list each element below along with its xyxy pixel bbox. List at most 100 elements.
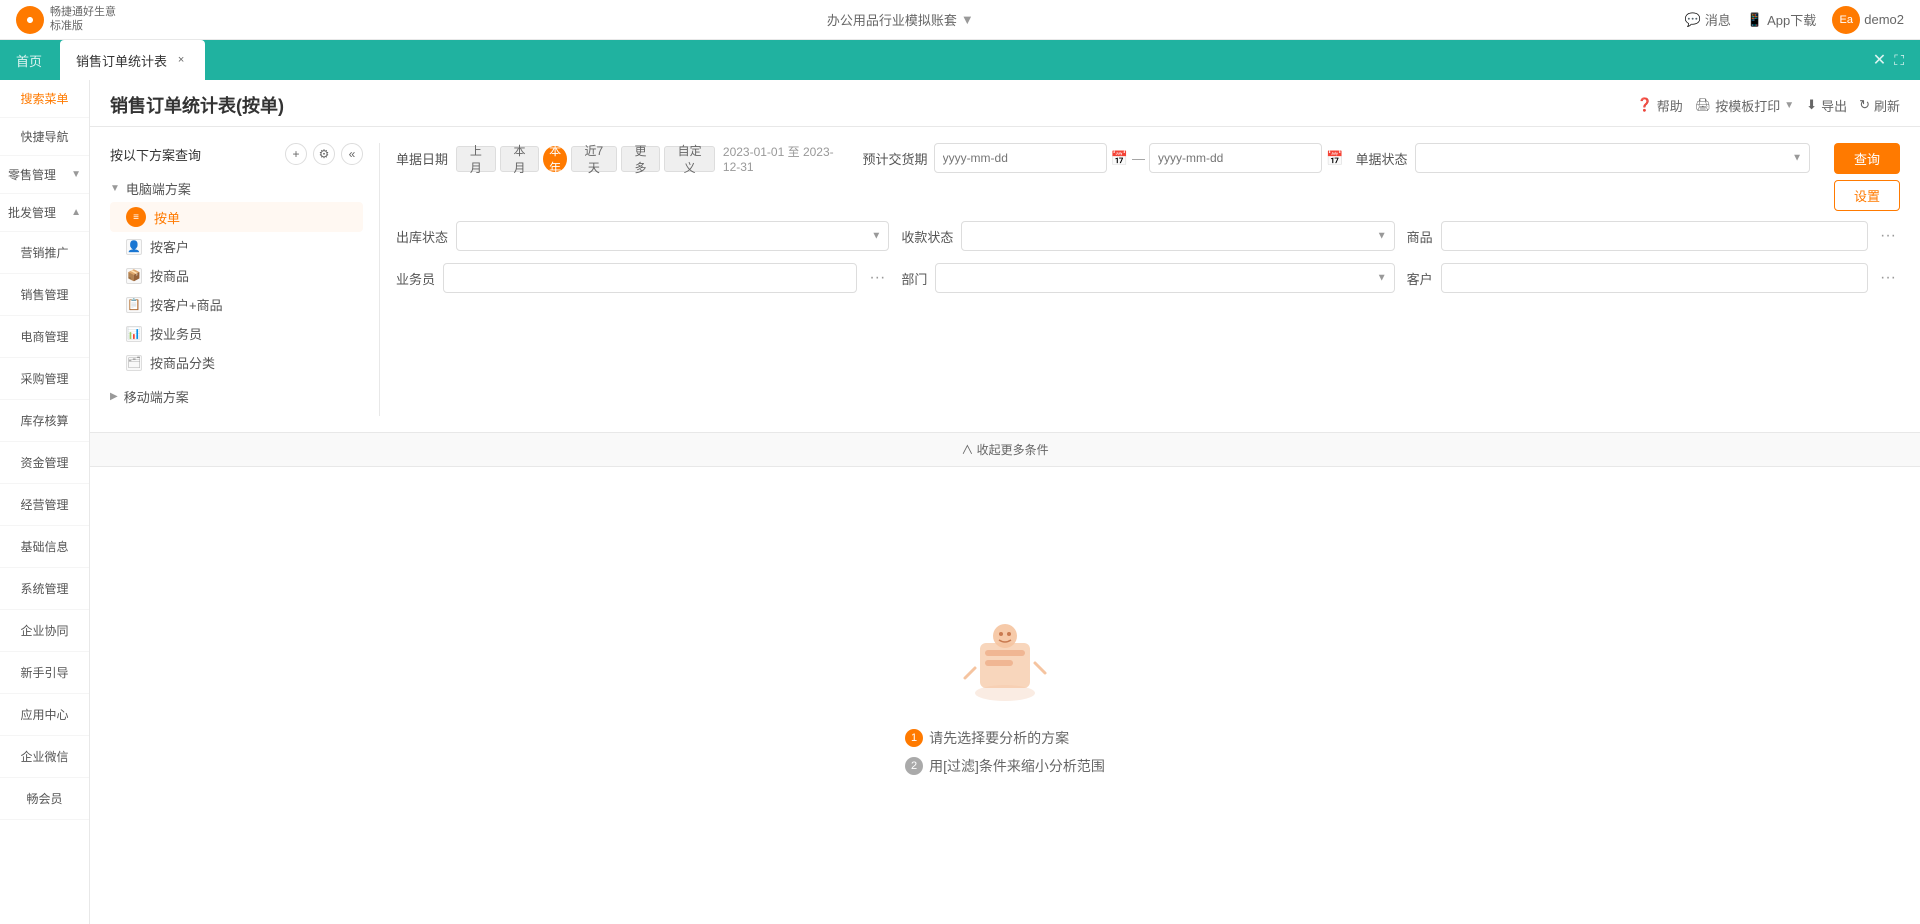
- scheme-collapse-button[interactable]: «: [341, 143, 363, 165]
- out-status-label: 出库状态: [396, 227, 448, 246]
- filter-row-2: 出库状态 ▼ 收款状态: [396, 221, 1900, 251]
- sidebar-item-ecommerce[interactable]: 电商管理: [0, 316, 89, 358]
- sidebar-item-sales[interactable]: 销售管理: [0, 274, 89, 316]
- tab-home[interactable]: 首页: [0, 40, 58, 80]
- expected-date-end-input[interactable]: [1149, 143, 1322, 173]
- logo-area: 畅捷通好生意 标准版: [16, 6, 116, 34]
- sidebar-item-inventory[interactable]: 库存核算: [0, 400, 89, 442]
- sidebar-item-newbie[interactable]: 新手引导: [0, 652, 89, 694]
- sidebar-item-wholesale[interactable]: 批发管理 ▲: [0, 194, 89, 232]
- sidebar-item-apps[interactable]: 应用中心: [0, 694, 89, 736]
- scheme-section-mobile: ▶ 移动端方案: [110, 383, 363, 410]
- goods-more-icon[interactable]: ···: [1876, 227, 1900, 245]
- expected-date-label: 预计交货期: [863, 149, 928, 168]
- goods-scheme-icon: 📦: [126, 268, 142, 284]
- sidebar-item-operations[interactable]: 经营管理: [0, 484, 89, 526]
- calendar-icon-start[interactable]: 📅: [1111, 150, 1128, 167]
- customer-goods-scheme-icon: 📋: [126, 297, 142, 313]
- customer-more-icon[interactable]: ···: [1876, 269, 1900, 287]
- date-tag-custom[interactable]: 自定义: [664, 146, 715, 172]
- scheme-item-by-goods-category[interactable]: 🗂 按商品分类: [110, 348, 363, 377]
- sidebar-item-finance[interactable]: 资金管理: [0, 442, 89, 484]
- chevron-up-icon: ▲: [71, 207, 81, 218]
- export-button[interactable]: ⬇ 导出: [1806, 96, 1847, 115]
- scheme-section-desktop: ▼ 电脑端方案 ≡ 按单 👤 按客户: [110, 175, 363, 377]
- scheme-item-by-salesperson[interactable]: 📊 按业务员: [110, 319, 363, 348]
- scheme-add-button[interactable]: +: [285, 143, 307, 165]
- search-button[interactable]: 查询: [1834, 143, 1900, 174]
- date-tag-this-month[interactable]: 本月: [500, 146, 540, 172]
- category-scheme-icon: 🗂: [126, 355, 142, 371]
- chevron-down-icon: ▼: [110, 183, 120, 194]
- salesperson-input[interactable]: [443, 263, 857, 293]
- sidebar-item-system[interactable]: 系统管理: [0, 568, 89, 610]
- customer-label: 客户: [1407, 269, 1433, 288]
- app-download-button[interactable]: 📱 App下载: [1747, 10, 1816, 29]
- date-tag-last-7-days[interactable]: 近7天: [571, 146, 617, 172]
- empty-state: 1 请先选择要分析的方案 2 用[过滤]条件来缩小分析范围: [90, 467, 1920, 924]
- goods-filter: 商品 ···: [1407, 221, 1900, 251]
- scheme-section-desktop-header[interactable]: ▼ 电脑端方案: [110, 175, 363, 202]
- salesperson-more-icon[interactable]: ···: [865, 269, 889, 287]
- empty-tip-2: 2 用[过滤]条件来缩小分析范围: [905, 756, 1105, 776]
- empty-tip-1: 1 请先选择要分析的方案: [905, 728, 1105, 748]
- empty-tips: 1 请先选择要分析的方案 2 用[过滤]条件来缩小分析范围: [905, 728, 1105, 784]
- department-select[interactable]: [935, 263, 1394, 293]
- sidebar-search[interactable]: 搜索菜单: [0, 80, 89, 118]
- window-close-icon[interactable]: ✕: [1873, 50, 1886, 70]
- customer-filter: 客户 ···: [1407, 263, 1900, 293]
- sidebar-item-marketing[interactable]: 营销推广: [0, 232, 89, 274]
- status-select[interactable]: [1415, 143, 1810, 173]
- goods-input[interactable]: [1441, 221, 1868, 251]
- scheme-header: 按以下方案查询 + ⚙ «: [110, 143, 363, 165]
- date-label: 单据日期: [396, 149, 448, 168]
- dropdown-arrow-icon[interactable]: ▼: [961, 12, 974, 27]
- messages-button[interactable]: 💬 消息: [1685, 10, 1731, 29]
- collapse-up-icon: ∧: [961, 443, 973, 457]
- out-status-select[interactable]: [456, 221, 889, 251]
- salesperson-filter: 业务员 ···: [396, 263, 889, 293]
- help-button[interactable]: ❓ 帮助: [1637, 96, 1683, 115]
- tab-close-icon[interactable]: ×: [173, 52, 189, 68]
- template-print-button[interactable]: 🖨 按模板打印 ▼: [1695, 96, 1794, 115]
- sidebar-item-wechat[interactable]: 企业微信: [0, 736, 89, 778]
- top-bar: 畅捷通好生意 标准版 办公用品行业模拟账套 ▼ 💬 消息 📱 App下载 Ea …: [0, 0, 1920, 40]
- logo-icon: [16, 6, 44, 34]
- sidebar-item-member[interactable]: 畅会员: [0, 778, 89, 820]
- sidebar-item-retail[interactable]: 零售管理 ▼: [0, 156, 89, 194]
- scheme-item-by-customer-goods[interactable]: 📋 按客户+商品: [110, 290, 363, 319]
- top-bar-right: 💬 消息 📱 App下载 Ea demo2: [1685, 6, 1904, 34]
- user-menu[interactable]: Ea demo2: [1832, 6, 1904, 34]
- refresh-button[interactable]: ↻ 刷新: [1859, 96, 1900, 115]
- collapse-bar[interactable]: ∧ 收起更多条件: [90, 433, 1920, 467]
- window-maximize-icon[interactable]: ⛶: [1894, 52, 1904, 69]
- date-tag-this-year[interactable]: 本年: [543, 146, 567, 172]
- edit-icon: ⚙: [319, 147, 330, 161]
- scheme-edit-button[interactable]: ⚙: [313, 143, 335, 165]
- sidebar-item-purchase[interactable]: 采购管理: [0, 358, 89, 400]
- department-label: 部门: [901, 269, 927, 288]
- scheme-item-by-order[interactable]: ≡ 按单: [110, 202, 363, 232]
- sidebar-item-enterprise[interactable]: 企业协同: [0, 610, 89, 652]
- receipt-status-filter: 收款状态 ▼: [901, 221, 1394, 251]
- date-range-text: 2023-01-01 至 2023-12-31: [723, 143, 851, 174]
- date-tag-last-month[interactable]: 上月: [456, 146, 496, 172]
- status-label: 单据状态: [1355, 149, 1407, 168]
- refresh-icon: ↻: [1859, 97, 1870, 113]
- sidebar-nav-quicknav[interactable]: 快捷导航: [0, 118, 89, 156]
- scheme-item-by-customer[interactable]: 👤 按客户: [110, 232, 363, 261]
- settings-button[interactable]: 设置: [1834, 180, 1900, 211]
- expected-date-start-input[interactable]: [934, 143, 1107, 173]
- scheme-toolbar: + ⚙ «: [285, 143, 363, 165]
- sidebar-item-basic[interactable]: 基础信息: [0, 526, 89, 568]
- scheme-item-by-goods[interactable]: 📦 按商品: [110, 261, 363, 290]
- tab-sales-order-stats[interactable]: 销售订单统计表 ×: [60, 40, 205, 80]
- filter-panel: 单据日期 上月 本月 本年 近7天 更多 自定义 2023-01-01 至 20…: [380, 143, 1900, 305]
- scheme-section-mobile-header[interactable]: ▶ 移动端方案: [110, 383, 363, 410]
- receipt-status-select[interactable]: [961, 221, 1394, 251]
- customer-input[interactable]: [1441, 263, 1868, 293]
- chevron-right-icon: ▶: [110, 391, 118, 402]
- date-tag-more[interactable]: 更多: [621, 146, 661, 172]
- top-bar-center: 办公用品行业模拟账套 ▼: [827, 10, 974, 29]
- calendar-icon-end[interactable]: 📅: [1326, 150, 1343, 167]
